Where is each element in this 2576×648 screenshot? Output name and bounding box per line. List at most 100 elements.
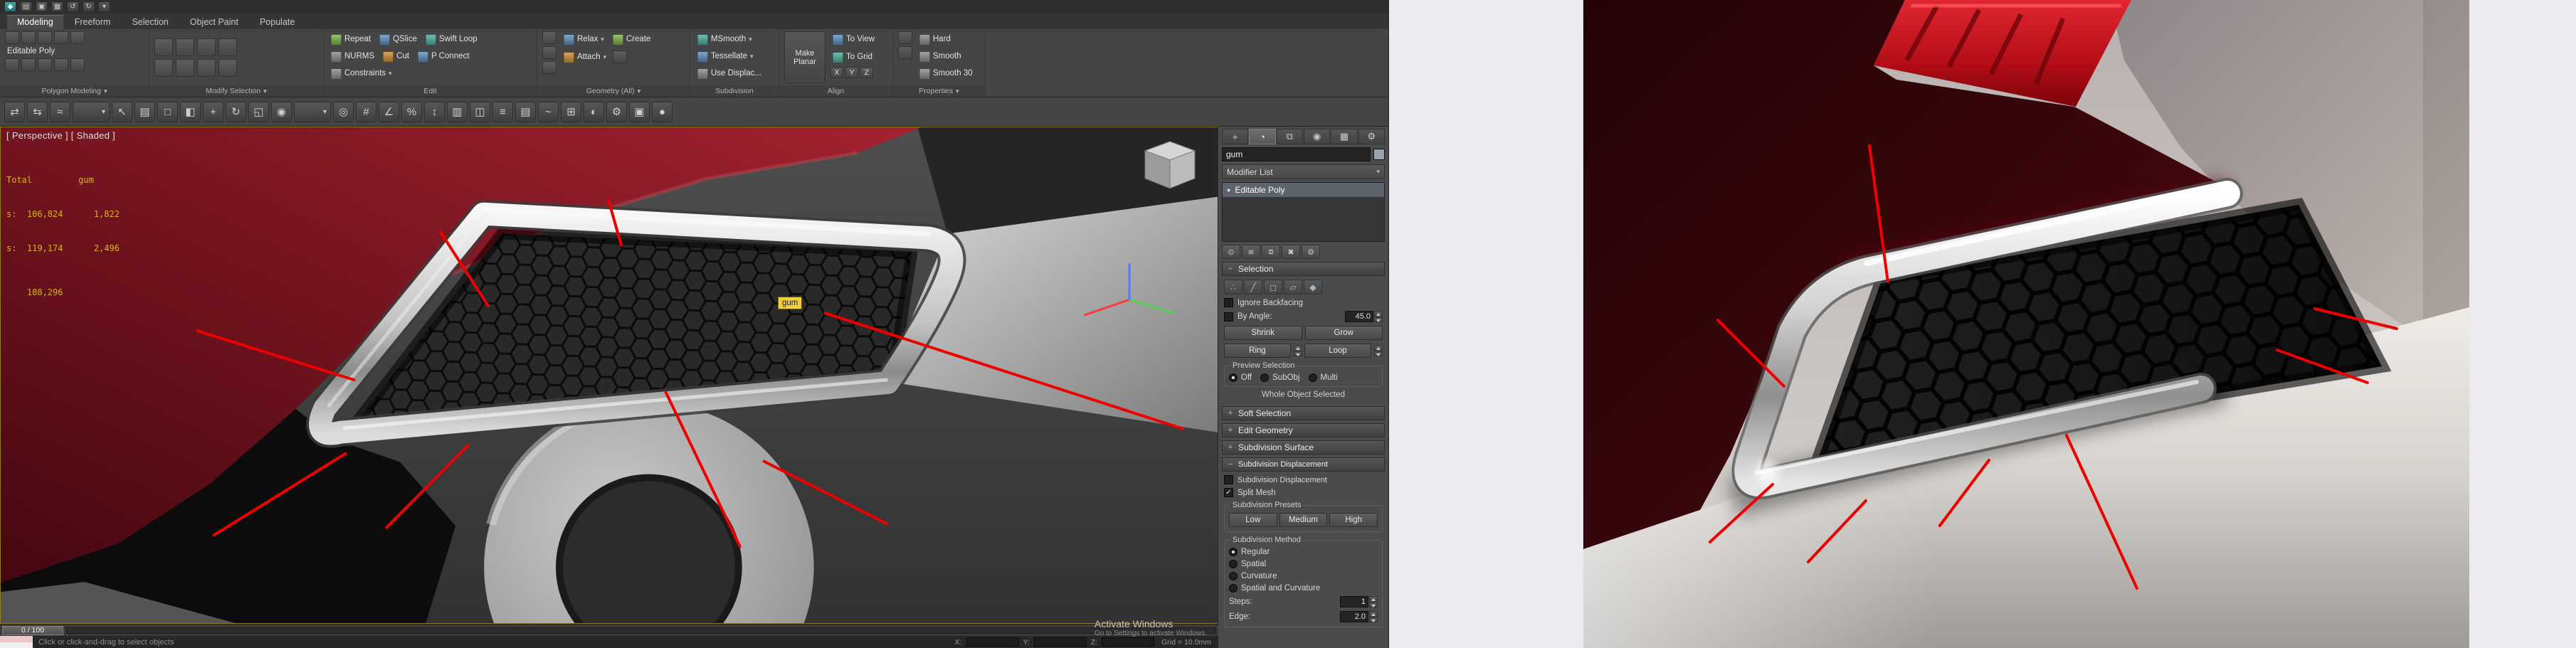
workspace-dropdown-icon[interactable]: ▾ xyxy=(98,1,110,12)
subobject-border-icon[interactable] xyxy=(38,31,52,44)
redo-icon[interactable]: ↻ xyxy=(83,1,95,12)
properties-tool-icon[interactable] xyxy=(898,31,912,44)
to-view-button[interactable]: To View xyxy=(830,31,877,47)
geometry-tool-icon[interactable] xyxy=(542,61,556,74)
split-mesh-checkbox[interactable]: ✓ xyxy=(1224,488,1233,497)
named-selection-sets-icon[interactable]: ▥ xyxy=(447,101,468,122)
object-name-input[interactable] xyxy=(1222,147,1371,161)
new-scene-icon[interactable]: ▤ xyxy=(20,1,32,12)
layer-manager-icon[interactable]: ▤ xyxy=(515,101,536,122)
geometry-tool-icon[interactable] xyxy=(542,31,556,44)
nurms-button[interactable]: NURMS xyxy=(329,48,376,64)
maxscript-mini-listener[interactable] xyxy=(0,636,33,648)
selection-region-icon[interactable]: □ xyxy=(157,101,178,122)
align-x-button[interactable]: X xyxy=(830,67,843,78)
polygon-modeling-tool-icon[interactable] xyxy=(38,58,52,71)
tab-utilities[interactable]: ⚙ xyxy=(1358,129,1385,144)
panel-footer-edit[interactable]: Edit xyxy=(324,85,537,97)
snaps-toggle-icon[interactable]: # xyxy=(356,101,376,122)
stack-item-editable-poly[interactable]: ● Editable Poly xyxy=(1223,183,1384,197)
modify-selection-tool-icon[interactable] xyxy=(197,38,216,56)
relax-button[interactable]: Relax ▾ xyxy=(561,31,606,47)
preset-medium-button[interactable]: Medium xyxy=(1279,513,1328,527)
modifier-stack[interactable]: ● Editable Poly xyxy=(1222,182,1385,242)
method-regular-radio[interactable] xyxy=(1229,548,1237,556)
tab-display[interactable]: ▦ xyxy=(1331,129,1358,144)
use-pivot-center-icon[interactable]: ◎ xyxy=(333,101,354,122)
rendered-frame-icon[interactable]: ▣ xyxy=(629,101,650,122)
spinner-snap-icon[interactable]: ↕ xyxy=(424,101,445,122)
hard-edge-button[interactable]: Hard xyxy=(917,31,975,47)
ignore-backfacing-checkbox[interactable] xyxy=(1224,298,1233,307)
material-editor-icon[interactable]: ◐ xyxy=(584,101,604,122)
select-by-name-icon[interactable]: ▤ xyxy=(134,101,155,122)
pin-stack-button[interactable]: ⊙ xyxy=(1222,245,1240,259)
undo-icon[interactable]: ↺ xyxy=(67,1,79,12)
preview-subobj-radio[interactable] xyxy=(1260,373,1269,382)
polygon-modeling-tool-icon[interactable] xyxy=(70,58,85,71)
element-subobject-button[interactable]: ◆ xyxy=(1304,280,1322,294)
panel-footer-polygon-modeling[interactable]: Polygon Modeling ▾ xyxy=(0,85,149,97)
edge-value[interactable]: 2.0 xyxy=(1340,611,1368,622)
z-coord-field[interactable] xyxy=(1102,637,1155,647)
select-and-move-icon[interactable]: + xyxy=(203,101,223,122)
polygon-modeling-tool-icon[interactable] xyxy=(54,58,68,71)
panel-footer-align[interactable]: Align xyxy=(779,85,892,97)
method-curvature-radio[interactable] xyxy=(1229,572,1237,580)
by-angle-value[interactable]: 45.0 xyxy=(1345,311,1373,322)
modify-selection-tool-icon[interactable] xyxy=(154,38,173,56)
subdivision-displacement-checkbox[interactable] xyxy=(1224,475,1233,484)
select-and-scale-icon[interactable]: ◱ xyxy=(248,101,269,122)
time-slider-handle[interactable]: 0 / 100 xyxy=(2,625,63,635)
tab-modeling[interactable]: Modeling xyxy=(7,15,63,29)
select-object-icon[interactable]: ↖ xyxy=(112,101,132,122)
viewport-label[interactable]: [ Perspective ] [ Shaded ] xyxy=(6,130,115,141)
mirror-icon[interactable]: ◫ xyxy=(470,101,490,122)
modify-selection-tool-icon[interactable] xyxy=(176,38,194,56)
by-angle-checkbox[interactable] xyxy=(1224,312,1233,322)
subobject-edge-icon[interactable] xyxy=(21,31,36,44)
rollout-subdivision-displacement[interactable]: − Subdivision Displacement xyxy=(1222,457,1385,472)
tab-populate[interactable]: Populate xyxy=(250,15,305,29)
time-slider-track[interactable] xyxy=(66,627,1216,634)
max-logo-icon[interactable]: ◆ xyxy=(4,1,16,12)
bind-to-space-warp-icon[interactable]: ≈ xyxy=(50,101,70,122)
select-and-rotate-icon[interactable]: ↻ xyxy=(226,101,246,122)
editable-poly-label[interactable]: Editable Poly xyxy=(5,46,144,57)
configure-modifier-sets-button[interactable]: ⚙ xyxy=(1302,245,1320,259)
panel-footer-subdivision[interactable]: Subdivision xyxy=(690,85,778,97)
save-file-icon[interactable]: ▦ xyxy=(51,1,63,12)
smooth-30-button[interactable]: Smooth 30 xyxy=(917,65,975,81)
modifier-list-dropdown[interactable]: Modifier List ▾ xyxy=(1222,164,1385,179)
subobject-vertex-icon[interactable] xyxy=(5,31,19,44)
rollout-soft-selection[interactable]: + Soft Selection xyxy=(1222,406,1385,420)
tab-create[interactable]: + xyxy=(1222,129,1249,144)
polygon-modeling-tool-icon[interactable] xyxy=(21,58,36,71)
subobject-polygon-icon[interactable] xyxy=(54,31,68,44)
properties-tool-icon[interactable] xyxy=(898,46,912,59)
tab-modify[interactable]: ◔ xyxy=(1249,129,1276,144)
attach-button[interactable]: Attach ▾ xyxy=(561,49,608,65)
steps-value[interactable]: 1 xyxy=(1340,596,1368,607)
modify-selection-tool-icon[interactable] xyxy=(176,58,194,77)
panel-footer-geometry[interactable]: Geometry (All) ▾ xyxy=(537,85,690,97)
selection-filter-dropdown[interactable]: ▾ xyxy=(73,101,110,122)
qslice-button[interactable]: QSlice xyxy=(377,31,419,47)
edge-subobject-button[interactable]: ╱ xyxy=(1244,280,1262,294)
align-y-button[interactable]: Y xyxy=(845,67,858,78)
cut-button[interactable]: Cut xyxy=(381,48,411,64)
rollout-subdivision-surface[interactable]: + Subdivision Surface xyxy=(1222,440,1385,455)
border-subobject-button[interactable]: ◻ xyxy=(1264,280,1282,294)
align-icon[interactable]: ≡ xyxy=(492,101,513,122)
swift-loop-button[interactable]: Swift Loop xyxy=(423,31,480,47)
make-planar-button[interactable]: Make Planar xyxy=(784,31,825,83)
tab-selection[interactable]: Selection xyxy=(122,15,178,29)
grow-button[interactable]: Grow xyxy=(1304,326,1383,340)
loop-spinner[interactable] xyxy=(1374,345,1383,356)
preview-multi-radio[interactable] xyxy=(1308,373,1317,382)
edge-spinner[interactable] xyxy=(1369,611,1378,622)
steps-spinner[interactable] xyxy=(1369,596,1378,607)
tessellate-button[interactable]: Tessellate ▾ xyxy=(695,48,774,64)
render-icon[interactable]: ● xyxy=(652,101,672,122)
select-and-place-icon[interactable]: ◉ xyxy=(271,101,292,122)
